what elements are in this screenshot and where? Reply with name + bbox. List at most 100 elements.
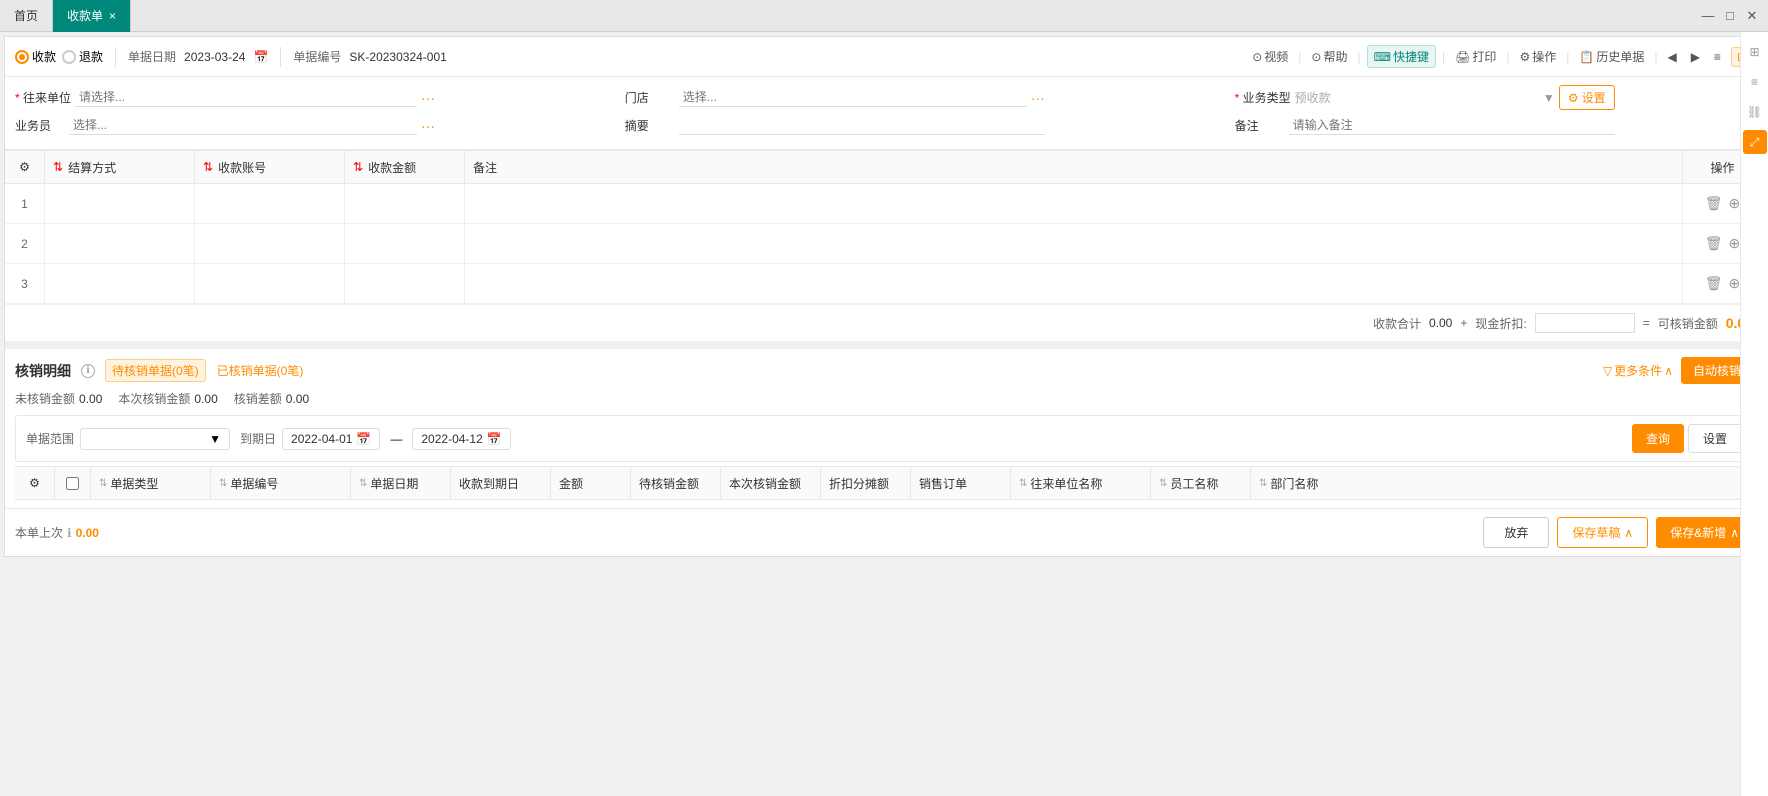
date-end-picker[interactable]: 2022-04-12 📅	[412, 428, 510, 450]
setting-button[interactable]: ⚙ 设置	[1559, 85, 1615, 110]
row-3-account[interactable]	[195, 264, 345, 303]
table-row: 3 🗑 ⊕	[5, 264, 1763, 304]
calendar-icon[interactable]: 📅	[253, 50, 268, 64]
nav-prev-icon[interactable]: ◀	[1663, 48, 1680, 66]
staff-label: 业务员	[15, 117, 65, 134]
help-action[interactable]: ⊙ 帮助	[1307, 46, 1351, 67]
tab-pending[interactable]: 待核销单据(0笔)	[105, 359, 206, 382]
video-action[interactable]: ⊙ 视频	[1248, 46, 1292, 67]
delete-icon[interactable]: 🗑	[1705, 235, 1723, 252]
row-1-account[interactable]	[195, 184, 345, 223]
main-table: ⚙ ⇅ 结算方式 ⇅ 收款账号 ⇅ 收款金额 备注 操作 1	[5, 150, 1763, 304]
tab-receipt[interactable]: 收款单 ×	[53, 0, 131, 32]
footer-buttons: 放弃 保存草稿 ∧ 保存&新增 ∧	[1483, 517, 1753, 548]
discount-input[interactable]	[1535, 313, 1635, 333]
bth-dept: ⇅ 部门名称	[1251, 467, 1753, 499]
nav-next-icon[interactable]: ▶	[1687, 48, 1704, 66]
copy-icon[interactable]: ⊕	[1729, 195, 1741, 212]
right-panel-grid-icon[interactable]: ⊞	[1743, 40, 1767, 64]
staff-more-icon[interactable]: ···	[421, 118, 435, 134]
row-2-remark[interactable]	[465, 224, 1683, 263]
copy-icon[interactable]: ⊕	[1729, 275, 1741, 292]
main-container: 收款 退款 单据日期 2023-03-24 📅 单据编号 SK-20230324…	[4, 36, 1764, 557]
staff-input[interactable]	[69, 116, 417, 135]
operate-icon: ⚙	[1519, 50, 1530, 64]
bth-staff: ⇅ 员工名称	[1151, 467, 1251, 499]
select-all-checkbox[interactable]	[66, 477, 79, 490]
counterpart-more-icon[interactable]: ···	[421, 90, 435, 106]
operate-action[interactable]: ⚙ 操作	[1515, 46, 1560, 67]
row-1-idx: 1	[5, 184, 45, 223]
row-3-amount[interactable]	[345, 264, 465, 303]
writeoff-tabs: 待核销单据(0笔) 已核销单据(0笔)	[105, 359, 310, 382]
bth-gear[interactable]: ⚙	[15, 467, 55, 499]
history-action[interactable]: 📋 历史单据	[1575, 46, 1648, 67]
bth-type: ⇅ 单据类型	[91, 467, 211, 499]
shop-field: 门店 ···	[625, 88, 1045, 107]
receipt-radio[interactable]: 收款	[15, 48, 56, 65]
right-panel-list-icon[interactable]: ≡	[1743, 70, 1767, 94]
delete-icon[interactable]: 🗑	[1705, 195, 1723, 212]
copy-icon[interactable]: ⊕	[1729, 235, 1741, 252]
row-3-remark[interactable]	[465, 264, 1683, 303]
shop-input[interactable]	[679, 88, 1027, 107]
bill-date-label: 单据日期	[128, 48, 176, 65]
row-1-amount[interactable]	[345, 184, 465, 223]
bth-disc: 折扣分摊额	[821, 467, 911, 499]
shop-more-icon[interactable]: ···	[1031, 90, 1045, 106]
sort-icon: ⇅	[219, 478, 227, 489]
delete-icon[interactable]: 🗑	[1705, 275, 1723, 292]
total-label: 收款合计	[1373, 315, 1421, 332]
bth-recv-date: 收款到期日	[451, 467, 551, 499]
summary-input[interactable]	[679, 116, 1045, 135]
tab-home[interactable]: 首页	[0, 0, 53, 32]
save-new-button[interactable]: 保存&新增 ∧	[1656, 517, 1753, 548]
sort-icon: ⇅	[1159, 478, 1167, 489]
row-1-remark[interactable]	[465, 184, 1683, 223]
row-1-settle[interactable]	[45, 184, 195, 223]
print-icon: 🖨	[1455, 50, 1470, 64]
window-close-button[interactable]: ✕	[1742, 6, 1762, 26]
date-start-picker[interactable]: 2022-04-01 📅	[282, 428, 380, 450]
receipt-radio-label: 收款	[32, 48, 56, 65]
uncancelled-label: 未核销金额	[15, 390, 75, 407]
counterpart-input[interactable]	[75, 88, 417, 107]
nav-list-icon[interactable]: ≡	[1710, 48, 1725, 66]
video-icon: ⊙	[1252, 50, 1262, 64]
tab-done[interactable]: 已核销单据(0笔)	[210, 359, 311, 382]
th-amount: ⇅ 收款金额	[345, 151, 465, 183]
tab-bar: 首页 收款单 × — □ ✕	[0, 0, 1768, 32]
filter-settings-button[interactable]: 设置	[1688, 424, 1742, 453]
this-time-value: 0.00	[194, 392, 217, 406]
query-button[interactable]: 查询	[1632, 424, 1684, 453]
shortcut-icon: ⌨	[1374, 50, 1391, 64]
range-dropdown-icon: ▼	[209, 432, 221, 446]
range-select[interactable]: ▼	[80, 428, 230, 450]
minimize-button[interactable]: —	[1698, 6, 1718, 26]
stat-uncancelled: 未核销金额 0.00	[15, 390, 102, 407]
save-draft-button[interactable]: 保存草稿 ∧	[1557, 517, 1648, 548]
info-icon[interactable]: ℹ	[67, 526, 72, 540]
writeoff-section: 核销明细 ℹ 待核销单据(0笔) 已核销单据(0笔) ▽ 更多条件 ∧ 自动核销…	[5, 349, 1763, 508]
right-panel-link-icon[interactable]: ⛓	[1743, 100, 1767, 124]
more-conditions-btn[interactable]: ▽ 更多条件 ∧	[1603, 362, 1673, 379]
shortcut-action[interactable]: ⌨ 快捷键	[1367, 45, 1436, 68]
print-action[interactable]: 🖨 打印	[1451, 46, 1500, 67]
biz-type-select[interactable]: 预收款 ▼	[1295, 89, 1555, 106]
bth-num: ⇅ 单据编号	[211, 467, 351, 499]
row-2-settle[interactable]	[45, 224, 195, 263]
uncancelled-value: 0.00	[79, 392, 102, 406]
close-tab-icon[interactable]: ×	[109, 9, 116, 23]
th-gear[interactable]: ⚙	[5, 151, 45, 183]
right-panel-expand-icon[interactable]: ⤢	[1743, 130, 1767, 154]
remark-input[interactable]	[1289, 116, 1615, 135]
row-3-settle[interactable]	[45, 264, 195, 303]
refund-radio[interactable]: 退款	[62, 48, 103, 65]
row-2-amount[interactable]	[345, 224, 465, 263]
maximize-button[interactable]: □	[1720, 6, 1740, 26]
info-icon[interactable]: ℹ	[81, 364, 95, 378]
table-header: ⚙ ⇅ 结算方式 ⇅ 收款账号 ⇅ 收款金额 备注 操作	[5, 150, 1763, 184]
discard-button[interactable]: 放弃	[1483, 517, 1549, 548]
prev-value: 0.00	[76, 526, 99, 540]
row-2-account[interactable]	[195, 224, 345, 263]
